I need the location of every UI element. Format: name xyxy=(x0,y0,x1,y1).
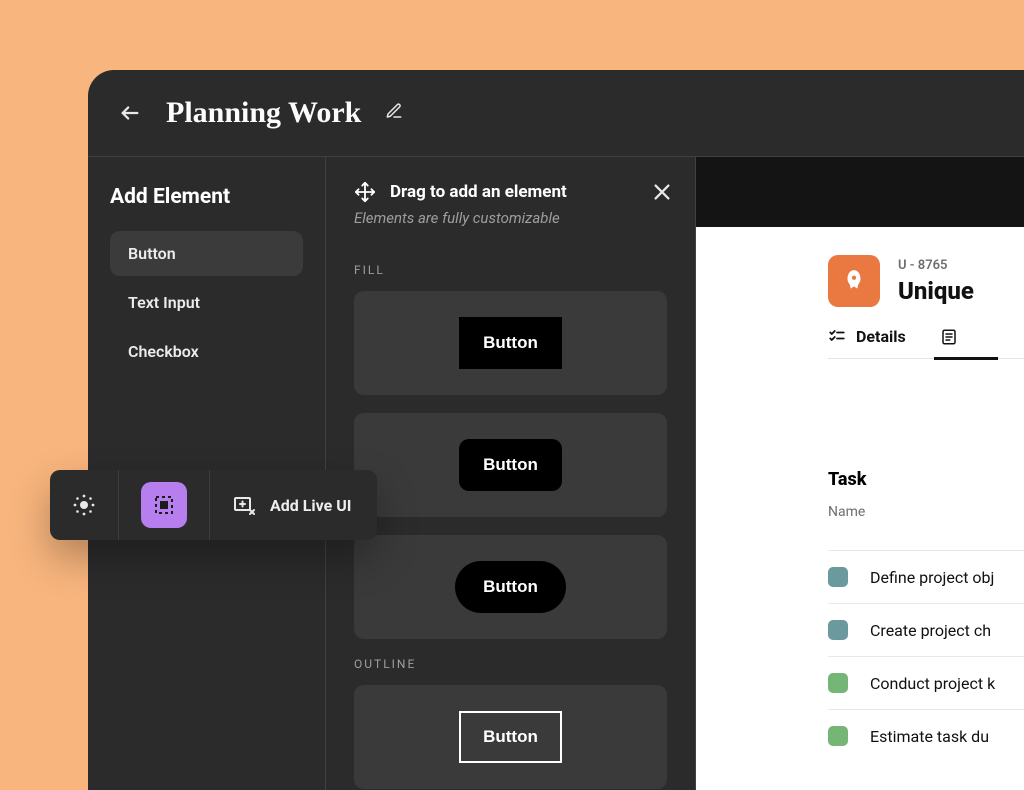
section-label-fill: FILL xyxy=(354,263,667,277)
task-list: Define project obj Create project ch Con… xyxy=(828,550,1024,762)
button-sample-outline-sharp[interactable]: Button xyxy=(354,685,667,789)
element-preview-panel: Drag to add an element Elements are full… xyxy=(326,156,696,790)
element-type-label: Checkbox xyxy=(128,342,199,361)
selection-box-icon xyxy=(152,493,176,517)
sample-button[interactable]: Button xyxy=(459,439,562,491)
back-button[interactable] xyxy=(118,101,142,125)
tab-more[interactable] xyxy=(940,328,958,346)
project-icon xyxy=(828,255,880,307)
task-name: Define project obj xyxy=(870,568,994,587)
project-code: U - 8765 xyxy=(898,258,974,273)
task-row[interactable]: Conduct project k xyxy=(828,656,1024,709)
element-type-checkbox[interactable]: Checkbox xyxy=(110,329,303,374)
task-row[interactable]: Create project ch xyxy=(828,603,1024,656)
checklist-icon xyxy=(828,328,846,346)
project-name: Unique xyxy=(898,277,974,305)
task-row[interactable]: Estimate task du xyxy=(828,709,1024,762)
edit-title-button[interactable] xyxy=(385,102,407,124)
drag-hint-label: Drag to add an element xyxy=(390,182,567,202)
button-sample-fill-pill[interactable]: Button xyxy=(354,535,667,639)
target-dots-icon xyxy=(72,493,96,517)
drag-hint-row: Drag to add an element xyxy=(354,181,667,203)
tab-label: Details xyxy=(856,327,906,346)
element-type-text-input[interactable]: Text Input xyxy=(110,280,303,325)
toolbar-add-live-ui-button[interactable]: Add Live UI xyxy=(210,470,377,540)
element-type-list: Button Text Input Checkbox xyxy=(110,231,303,374)
toolbar-select-button[interactable] xyxy=(119,470,210,540)
pencil-icon xyxy=(385,102,403,120)
canvas-panel: U - 8765 Unique Details xyxy=(696,156,1024,790)
task-name: Conduct project k xyxy=(870,674,995,693)
rocket-icon xyxy=(841,268,867,294)
toolbar-add-live-ui-label: Add Live UI xyxy=(270,496,351,515)
title-bar: Planning Work xyxy=(88,70,1024,156)
sidebar-title: Add Element xyxy=(110,185,303,209)
tab-details[interactable]: Details xyxy=(828,327,906,346)
document-icon xyxy=(940,328,958,346)
element-type-button[interactable]: Button xyxy=(110,231,303,276)
task-status-chip xyxy=(828,673,848,693)
task-name: Estimate task du xyxy=(870,727,989,746)
move-icon xyxy=(354,181,376,203)
button-sample-fill-sharp[interactable]: Button xyxy=(354,291,667,395)
task-section-title: Task xyxy=(828,469,1024,490)
section-label-outline: OUTLINE xyxy=(354,657,667,671)
sample-button[interactable]: Button xyxy=(459,711,562,763)
task-row[interactable]: Define project obj xyxy=(828,550,1024,603)
sample-button[interactable]: Button xyxy=(459,317,562,369)
task-column-name: Name xyxy=(828,504,1024,520)
close-icon xyxy=(651,181,673,203)
add-frame-icon xyxy=(232,493,256,517)
button-sample-fill-rounded[interactable]: Button xyxy=(354,413,667,517)
app-window: Planning Work Add Element Button Text In… xyxy=(88,70,1024,790)
task-name: Create project ch xyxy=(870,621,991,640)
task-status-chip xyxy=(828,567,848,587)
drag-hint-subtitle: Elements are fully customizable xyxy=(354,209,667,227)
project-title-block: U - 8765 Unique xyxy=(898,258,974,305)
element-type-label: Text Input xyxy=(128,293,200,312)
arrow-left-icon xyxy=(119,102,141,124)
project-document: U - 8765 Unique Details xyxy=(696,227,1024,790)
close-panel-button[interactable] xyxy=(651,181,673,207)
task-status-chip xyxy=(828,620,848,640)
project-header: U - 8765 Unique xyxy=(828,255,1024,307)
task-status-chip xyxy=(828,726,848,746)
element-type-label: Button xyxy=(128,244,176,263)
page-title: Planning Work xyxy=(166,96,361,130)
task-section-header: Task xyxy=(828,469,1024,490)
floating-toolbar: Add Live UI xyxy=(50,470,377,540)
project-tabs: Details xyxy=(828,327,1024,359)
toolbar-focus-button[interactable] xyxy=(50,470,119,540)
sample-button[interactable]: Button xyxy=(455,561,566,613)
selection-chip xyxy=(141,482,187,528)
